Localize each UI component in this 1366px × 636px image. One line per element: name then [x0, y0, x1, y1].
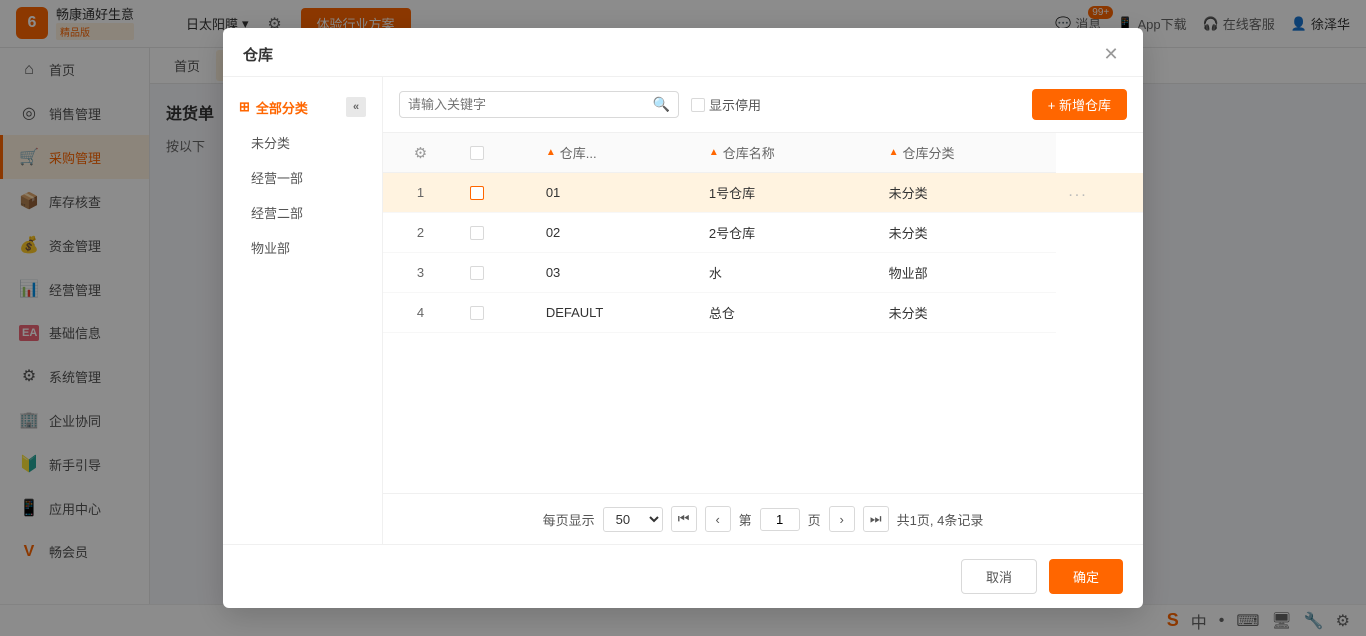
- row-category: 未分类: [877, 173, 1057, 213]
- col-header-code[interactable]: ▲ 仓库...: [534, 133, 697, 173]
- search-icon[interactable]: 🔍: [653, 96, 670, 113]
- table-panel: 🔍 显示停用 + 新增仓库 ⚙: [383, 77, 1143, 544]
- row-name: 总仓: [697, 293, 877, 333]
- page-unit: 页: [808, 510, 821, 529]
- prev-page-btn[interactable]: ‹: [705, 506, 731, 532]
- col-code-label: 仓库...: [560, 143, 597, 162]
- first-page-btn[interactable]: ⏮: [671, 506, 697, 532]
- search-input[interactable]: [408, 97, 647, 112]
- last-page-btn[interactable]: ⏭: [863, 506, 889, 532]
- category-item-1[interactable]: 经营一部: [223, 160, 382, 195]
- row-checkbox[interactable]: [458, 293, 534, 333]
- row-code: DEFAULT: [534, 293, 697, 333]
- row-code: 01: [534, 173, 697, 213]
- next-page-btn[interactable]: ›: [829, 506, 855, 532]
- modal-footer: 取消 确定: [223, 544, 1143, 608]
- row-category: 物业部: [877, 253, 1057, 293]
- row-name: 水: [697, 253, 877, 293]
- sort-icon-name: ▲: [709, 147, 719, 158]
- category-all-label: 全部分类: [256, 98, 308, 117]
- col-header-checkbox[interactable]: [458, 133, 534, 173]
- table-toolbar: 🔍 显示停用 + 新增仓库: [383, 77, 1143, 133]
- cancel-button[interactable]: 取消: [961, 559, 1037, 594]
- row-checkbox[interactable]: [458, 253, 534, 293]
- warehouse-modal: 仓库 ✕ ⊞ 全部分类 « 未分类 经营一部 经营二部 物业部: [223, 28, 1143, 608]
- category-panel: ⊞ 全部分类 « 未分类 经营一部 经营二部 物业部: [223, 77, 383, 544]
- total-info: 共1页, 4条记录: [897, 510, 984, 529]
- grid-icon: ⊞: [239, 99, 250, 115]
- pagination: 每页显示 50 100 ⏮ ‹ 第 页 › ⏭ 共1页, 4条记录: [383, 493, 1143, 544]
- modal-close-button[interactable]: ✕: [1099, 42, 1123, 66]
- row-code: 02: [534, 213, 697, 253]
- row-num: 2: [383, 213, 458, 253]
- row-category: 未分类: [877, 213, 1057, 253]
- row-num: 1: [383, 173, 458, 213]
- col-category-label: 仓库分类: [902, 143, 954, 162]
- row-category: 未分类: [877, 293, 1057, 333]
- col-header-name[interactable]: ▲ 仓库名称: [697, 133, 877, 173]
- col-header-gear[interactable]: ⚙: [383, 133, 458, 173]
- sort-icon-category: ▲: [889, 147, 899, 158]
- category-item-3[interactable]: 物业部: [223, 230, 382, 265]
- search-box[interactable]: 🔍: [399, 91, 679, 118]
- table-row[interactable]: 3 03 水 物业部: [383, 253, 1143, 293]
- page-input[interactable]: [760, 508, 800, 531]
- row-checkbox[interactable]: [458, 173, 534, 213]
- per-page-select[interactable]: 50 100: [603, 507, 663, 532]
- row-checkbox[interactable]: [458, 213, 534, 253]
- table-header-checkbox[interactable]: [470, 146, 484, 160]
- row-code: 03: [534, 253, 697, 293]
- add-warehouse-button[interactable]: + 新增仓库: [1032, 89, 1127, 120]
- col-header-category[interactable]: ▲ 仓库分类: [877, 133, 1057, 173]
- table-row[interactable]: 2 02 2号仓库 未分类: [383, 213, 1143, 253]
- show-disabled-option[interactable]: 显示停用: [691, 95, 761, 114]
- modal-body: ⊞ 全部分类 « 未分类 经营一部 经营二部 物业部 🔍: [223, 77, 1143, 544]
- col-name-label: 仓库名称: [723, 143, 775, 162]
- modal-overlay: 仓库 ✕ ⊞ 全部分类 « 未分类 经营一部 经营二部 物业部: [0, 0, 1366, 636]
- category-item-2[interactable]: 经营二部: [223, 195, 382, 230]
- per-page-label: 每页显示: [543, 510, 595, 529]
- row-name: 2号仓库: [697, 213, 877, 253]
- show-disabled-label: 显示停用: [709, 95, 761, 114]
- row-actions[interactable]: ...: [1056, 173, 1143, 213]
- collapse-btn[interactable]: «: [346, 97, 366, 117]
- category-all[interactable]: ⊞ 全部分类 «: [223, 89, 382, 125]
- confirm-button[interactable]: 确定: [1049, 559, 1123, 594]
- page-label: 第: [739, 510, 752, 529]
- row-num: 3: [383, 253, 458, 293]
- table-row[interactable]: 4 DEFAULT 总仓 未分类: [383, 293, 1143, 333]
- modal-title: 仓库: [243, 44, 273, 65]
- sort-icon: ▲: [546, 147, 556, 158]
- table-row[interactable]: 1 01 1号仓库 未分类 ...: [383, 173, 1143, 213]
- data-table: ⚙ ▲ 仓库...: [383, 133, 1143, 493]
- show-disabled-checkbox[interactable]: [691, 98, 705, 112]
- category-item-unclassified[interactable]: 未分类: [223, 125, 382, 160]
- row-num: 4: [383, 293, 458, 333]
- row-name: 1号仓库: [697, 173, 877, 213]
- modal-header: 仓库 ✕: [223, 28, 1143, 77]
